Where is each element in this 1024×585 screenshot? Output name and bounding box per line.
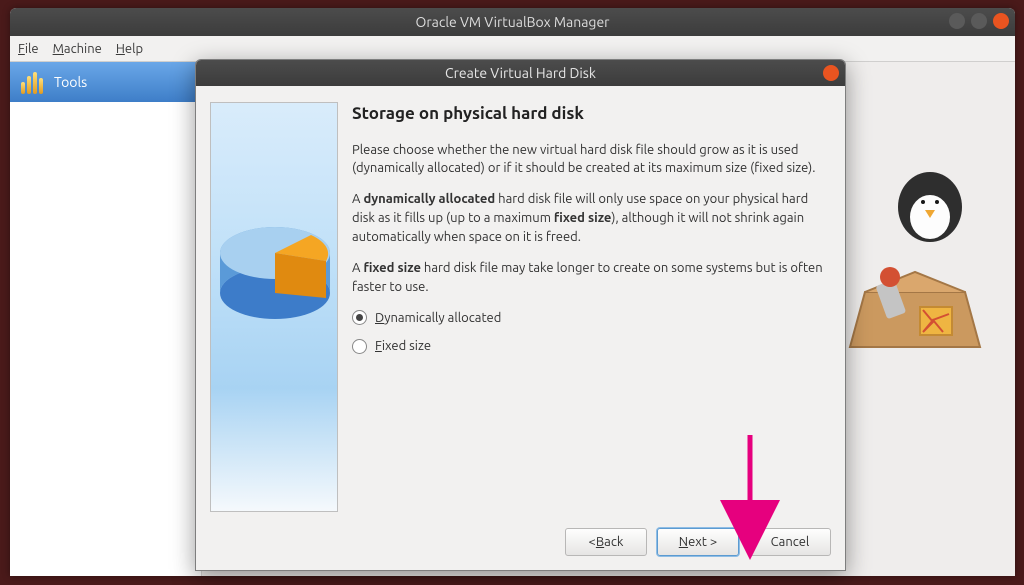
radio-dynamically-allocated[interactable]: Dynamically allocated: [352, 309, 827, 328]
main-titlebar: Oracle VM VirtualBox Manager: [10, 8, 1015, 36]
maximize-button[interactable]: [971, 13, 987, 29]
dialog-heading: Storage on physical hard disk: [352, 102, 827, 127]
dialog-text-area: Storage on physical hard disk Please cho…: [352, 102, 827, 512]
radio-fixed-size[interactable]: Fixed size: [352, 337, 827, 356]
window-title: Oracle VM VirtualBox Manager: [416, 14, 610, 30]
close-button[interactable]: [993, 13, 1009, 29]
dialog-paragraph-3: A fixed size hard disk file may take lon…: [352, 259, 827, 297]
dialog-titlebar: Create Virtual Hard Disk: [196, 60, 845, 86]
dialog-close-button[interactable]: [823, 65, 839, 81]
window-controls: [949, 13, 1009, 29]
dialog-illustration: [210, 102, 338, 512]
dialog-paragraph-1: Please choose whether the new virtual ha…: [352, 141, 827, 179]
back-button[interactable]: < Back: [565, 528, 647, 556]
menu-help[interactable]: Help: [116, 42, 143, 56]
dialog-title: Create Virtual Hard Disk: [445, 65, 596, 81]
minimize-button[interactable]: [949, 13, 965, 29]
dialog-body: Storage on physical hard disk Please cho…: [196, 86, 845, 520]
cancel-button[interactable]: Cancel: [749, 528, 831, 556]
radio-input-icon: [352, 339, 367, 354]
next-button[interactable]: Next >: [657, 528, 739, 556]
radio-input-icon: [352, 310, 367, 325]
menu-file[interactable]: File: [18, 42, 39, 56]
mascot-illustration: [835, 162, 995, 362]
sidebar-item-label: Tools: [54, 74, 87, 90]
dialog-paragraph-2: A dynamically allocated hard disk file w…: [352, 190, 827, 247]
tools-icon: [20, 70, 44, 94]
create-disk-dialog: Create Virtual Hard Disk Storage on phys…: [195, 59, 846, 571]
dialog-button-row: < Back Next > Cancel: [196, 520, 845, 570]
storage-type-radio-group: Dynamically allocated Fixed size: [352, 309, 827, 357]
sidebar-item-tools[interactable]: Tools: [10, 62, 201, 102]
menu-machine[interactable]: Machine: [53, 42, 102, 56]
sidebar: Tools: [10, 62, 202, 576]
